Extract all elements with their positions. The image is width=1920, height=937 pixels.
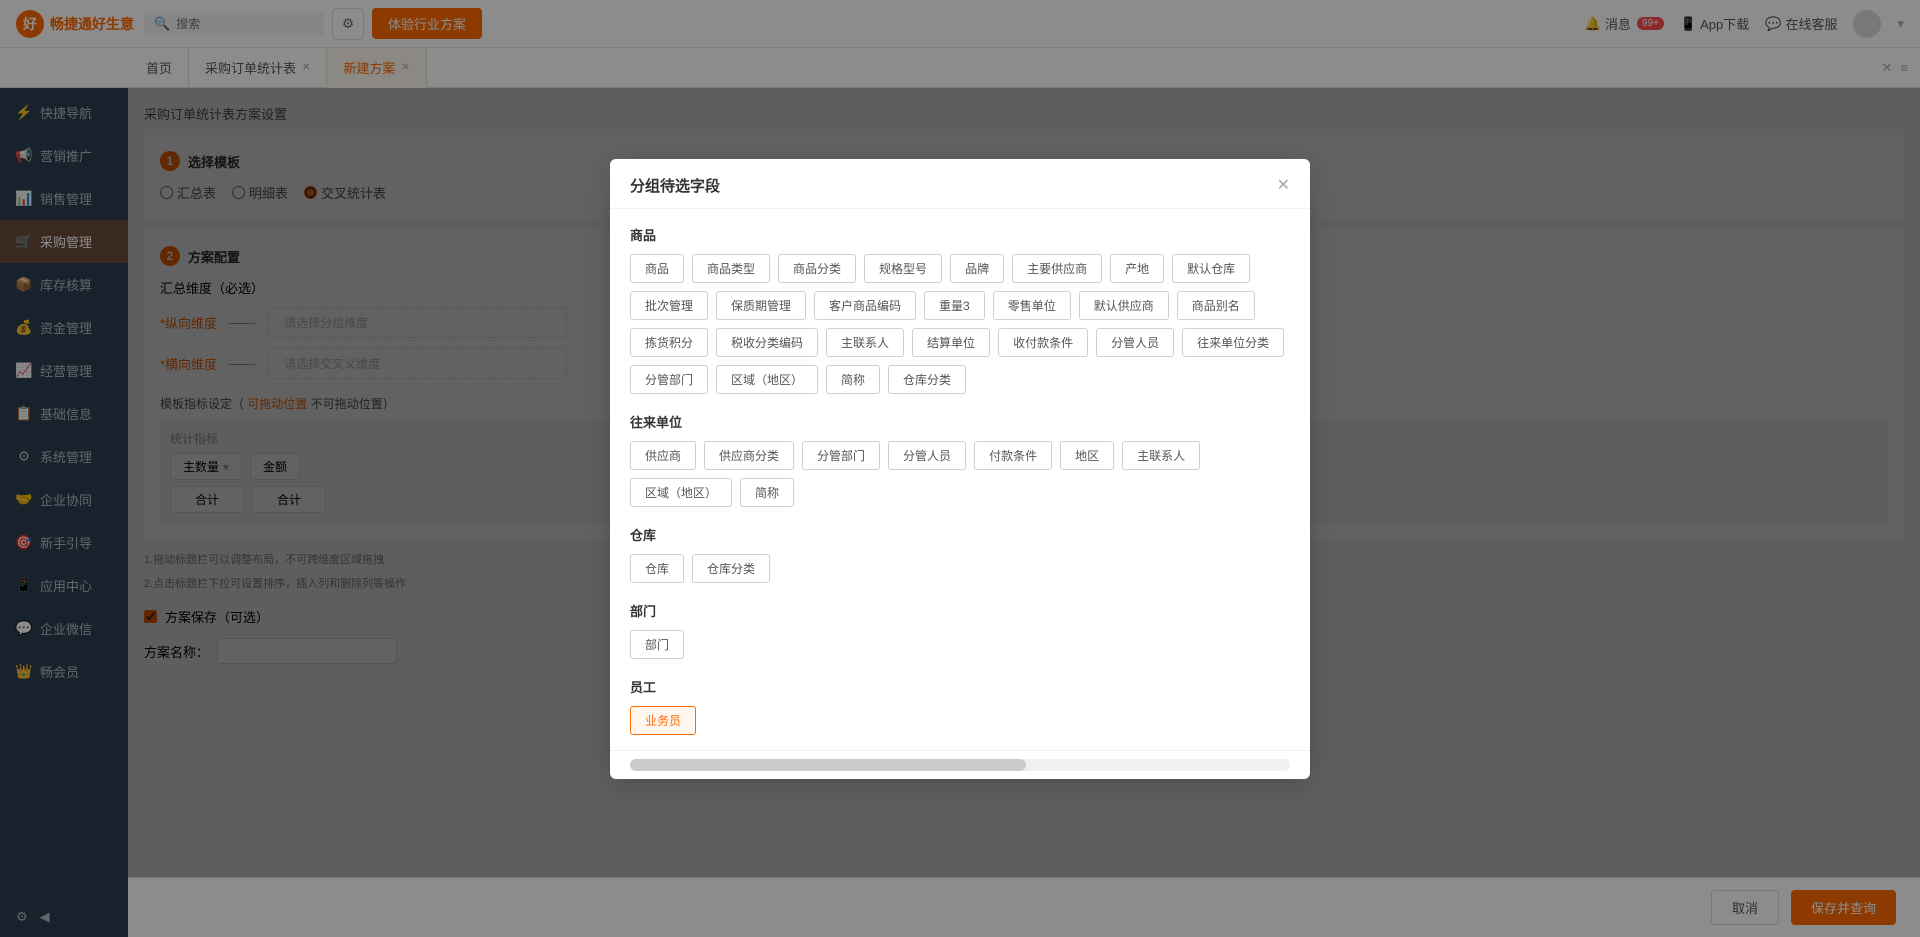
field-tags: 仓库仓库分类	[630, 554, 1290, 583]
field-section-商品: 商品商品商品类型商品分类规格型号品牌主要供应商产地默认仓库批次管理保质期管理客户…	[630, 225, 1290, 394]
field-tags: 供应商供应商分类分管部门分管人员付款条件地区主联系人区域（地区） 简称	[630, 441, 1290, 507]
field-tag[interactable]: 批次管理	[630, 291, 708, 320]
field-tag[interactable]: 业务员	[630, 706, 696, 735]
modal-body: 商品商品商品类型商品分类规格型号品牌主要供应商产地默认仓库批次管理保质期管理客户…	[610, 209, 1310, 750]
field-tag[interactable]: 默认供应商	[1079, 291, 1169, 320]
field-section-往来单位: 往来单位供应商供应商分类分管部门分管人员付款条件地区主联系人区域（地区） 简称	[630, 412, 1290, 507]
field-tags: 商品商品类型商品分类规格型号品牌主要供应商产地默认仓库批次管理保质期管理客户商品…	[630, 254, 1290, 394]
field-tags: 部门	[630, 630, 1290, 659]
field-section-title: 商品	[630, 225, 1290, 244]
field-tag[interactable]: 区域（地区）	[630, 478, 732, 507]
field-tag[interactable]: 拣货积分	[630, 328, 708, 357]
modal-title: 分组待选字段	[630, 175, 720, 196]
field-section-title: 员工	[630, 677, 1290, 696]
field-section-部门: 部门部门	[630, 601, 1290, 659]
field-tag[interactable]: 供应商	[630, 441, 696, 470]
field-tag[interactable]: 主要供应商	[1012, 254, 1102, 283]
field-tag[interactable]: 仓库分类	[888, 365, 966, 394]
field-section-title: 仓库	[630, 525, 1290, 544]
modal: 分组待选字段 ✕ 商品商品商品类型商品分类规格型号品牌主要供应商产地默认仓库批次…	[610, 159, 1310, 779]
field-tag[interactable]: 零售单位	[993, 291, 1071, 320]
field-section-员工: 员工业务员	[630, 677, 1290, 735]
field-tag[interactable]: 税收分类编码	[716, 328, 818, 357]
field-tag[interactable]: 主联系人	[1122, 441, 1200, 470]
field-tag[interactable]: 部门	[630, 630, 684, 659]
field-tag[interactable]: 简称	[740, 478, 794, 507]
field-tag[interactable]: 分管人员	[888, 441, 966, 470]
field-tag[interactable]: 分管部门	[802, 441, 880, 470]
field-section-title: 往来单位	[630, 412, 1290, 431]
field-tag[interactable]: 分管部门	[630, 365, 708, 394]
field-tag[interactable]: 区域（地区）	[716, 365, 818, 394]
field-tag[interactable]: 往来单位分类	[1182, 328, 1284, 357]
field-tag[interactable]: 商品别名	[1177, 291, 1255, 320]
field-tag[interactable]: 仓库分类	[692, 554, 770, 583]
field-tag[interactable]: 商品	[630, 254, 684, 283]
field-tags: 业务员	[630, 706, 1290, 735]
field-tag[interactable]: 商品分类	[778, 254, 856, 283]
scroll-thumb	[630, 759, 1026, 771]
field-tag[interactable]: 收付款条件	[998, 328, 1088, 357]
field-tag[interactable]: 结算单位	[912, 328, 990, 357]
field-tag[interactable]: 重量3	[924, 291, 985, 320]
field-tag[interactable]: 地区	[1060, 441, 1114, 470]
field-tag[interactable]: 仓库	[630, 554, 684, 583]
field-section-title: 部门	[630, 601, 1290, 620]
modal-close-button[interactable]: ✕	[1277, 175, 1290, 195]
modal-scroll-bar	[610, 750, 1310, 779]
modal-header: 分组待选字段 ✕	[610, 159, 1310, 209]
field-tag[interactable]: 默认仓库	[1172, 254, 1250, 283]
field-section-仓库: 仓库仓库仓库分类	[630, 525, 1290, 583]
field-tag[interactable]: 品牌	[950, 254, 1004, 283]
field-tag[interactable]: 保质期管理	[716, 291, 806, 320]
field-tag[interactable]: 客户商品编码	[814, 291, 916, 320]
field-tag[interactable]: 主联系人	[826, 328, 904, 357]
field-tag[interactable]: 商品类型	[692, 254, 770, 283]
field-tag[interactable]: 供应商分类	[704, 441, 794, 470]
modal-overlay: 分组待选字段 ✕ 商品商品商品类型商品分类规格型号品牌主要供应商产地默认仓库批次…	[0, 0, 1920, 937]
field-tag[interactable]: 简称	[826, 365, 880, 394]
scroll-bar-area	[630, 759, 1290, 771]
field-tag[interactable]: 规格型号	[864, 254, 942, 283]
field-tag[interactable]: 分管人员	[1096, 328, 1174, 357]
field-tag[interactable]: 产地	[1110, 254, 1164, 283]
field-tag[interactable]: 付款条件	[974, 441, 1052, 470]
